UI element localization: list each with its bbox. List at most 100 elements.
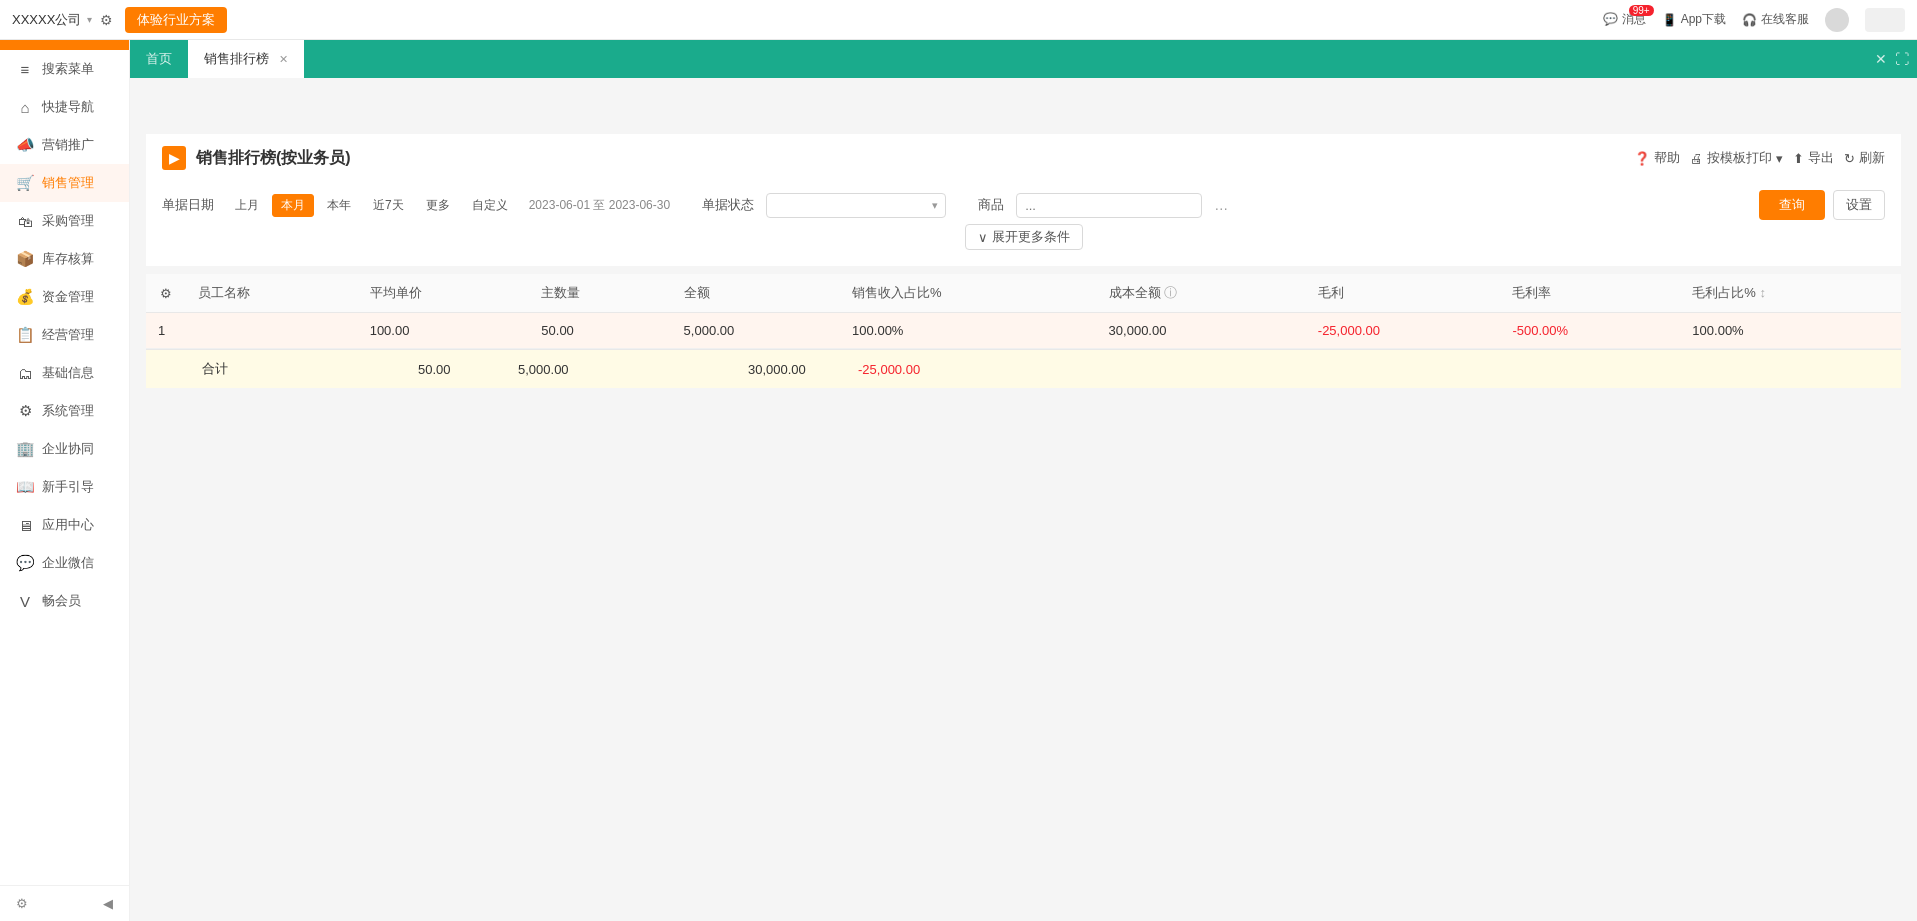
sidebar-label-app-center: 应用中心: [42, 516, 94, 534]
col-gross: 毛利: [1306, 274, 1501, 313]
sort-icon[interactable]: ↕: [1760, 285, 1767, 300]
user-avatar[interactable]: [1825, 8, 1849, 32]
sidebar-label-inventory: 库存核算: [42, 250, 94, 268]
cell-sales-pct: 100.00%: [840, 313, 1097, 349]
sidebar-bottom: ⚙ ◀: [0, 885, 129, 921]
sidebar-item-member[interactable]: V 畅会员: [0, 582, 129, 620]
wechat-icon: 💬: [16, 554, 34, 572]
back-arrow-icon[interactable]: ▶: [162, 146, 186, 170]
sidebar: 畅康通好生意 标准版 ≡ 搜索菜单 ⌂ 快捷导航 📣 营销推广 🛒 销售管理 🛍…: [0, 0, 130, 921]
status-select[interactable]: [766, 193, 946, 218]
export-icon: ⬆: [1793, 151, 1804, 166]
help-btn[interactable]: ❓ 帮助: [1634, 149, 1680, 167]
tab-sales-rank[interactable]: 销售排行榜 ✕: [188, 40, 304, 78]
export-btn[interactable]: ⬆ 导出: [1793, 149, 1834, 167]
sidebar-item-enterprise[interactable]: 🏢 企业协同: [0, 430, 129, 468]
refresh-btn[interactable]: ↻ 刷新: [1844, 149, 1885, 167]
date-filter-label: 单据日期: [162, 196, 214, 214]
tab-sales-rank-label: 销售排行榜: [204, 50, 269, 68]
sidebar-label-quick-nav: 快捷导航: [42, 98, 94, 116]
sidebar-item-quick-nav[interactable]: ⌂ 快捷导航: [0, 88, 129, 126]
sidebar-item-search-order[interactable]: ≡ 搜索菜单: [0, 50, 129, 88]
template-print-btn[interactable]: 🖨 按模板打印 ▾: [1690, 149, 1783, 167]
operation-icon: 📋: [16, 326, 34, 344]
sidebar-label-guide: 新手引导: [42, 478, 94, 496]
page-actions: ❓ 帮助 🖨 按模板打印 ▾ ⬆ 导出 ↻ 刷新: [1634, 149, 1885, 167]
setting-btn[interactable]: 设置: [1833, 190, 1885, 220]
goods-input[interactable]: [1016, 193, 1202, 218]
sidebar-item-sales[interactable]: 🛒 销售管理: [0, 164, 129, 202]
sidebar-item-operation[interactable]: 📋 经营管理: [0, 316, 129, 354]
help-icon: ❓: [1634, 151, 1650, 166]
table-footer: 合计 50.00 5,000.00 30,000.00 -25,000.00: [146, 349, 1901, 388]
app-label: App下载: [1681, 11, 1726, 28]
date-tab-this-month[interactable]: 本月: [272, 194, 314, 217]
trial-btn[interactable]: 体验行业方案: [125, 7, 227, 33]
tab-close-all-icon[interactable]: ✕: [1875, 51, 1887, 67]
date-tab-more[interactable]: 更多: [417, 194, 459, 217]
date-tabs: 上月 本月 本年 近7天 更多 自定义: [226, 194, 517, 217]
cell-name: [186, 313, 358, 349]
goods-filter-label: 商品: [978, 196, 1004, 214]
col-sales-pct: 销售收入占比%: [840, 274, 1097, 313]
top-header: XXXXX公司 ▾ ⚙ 体验行业方案 💬 消息 99+ 📱 App下载 🎧 在线…: [0, 0, 1917, 40]
sidebar-item-finance[interactable]: 💰 资金管理: [0, 278, 129, 316]
sidebar-item-purchase[interactable]: 🛍 采购管理: [0, 202, 129, 240]
col-main-qty: 主数量: [529, 274, 671, 313]
expand-label: 展开更多条件: [992, 228, 1070, 246]
header-settings-icon[interactable]: ⚙: [100, 12, 113, 28]
main-content: ▶ 销售排行榜(按业务员) ❓ 帮助 🖨 按模板打印 ▾ ⬆ 导出: [130, 0, 1917, 921]
expand-btn[interactable]: ∨ 展开更多条件: [965, 224, 1083, 250]
user-name[interactable]: [1865, 8, 1905, 32]
sidebar-item-marketing[interactable]: 📣 营销推广: [0, 126, 129, 164]
footer-gross: -25,000.00: [858, 362, 958, 377]
app-download-btn[interactable]: 📱 App下载: [1662, 11, 1726, 28]
message-btn[interactable]: 💬 消息 99+: [1603, 11, 1645, 28]
company-selector[interactable]: XXXXX公司 ▾: [12, 11, 92, 29]
date-tab-this-year[interactable]: 本年: [318, 194, 360, 217]
cell-amount: 5,000.00: [672, 313, 841, 349]
filter-row-1: 单据日期 上月 本月 本年 近7天 更多 自定义 2023-06-01 至 20…: [162, 190, 1885, 220]
sidebar-label-operation: 经营管理: [42, 326, 94, 344]
sidebar-item-basic[interactable]: 🗂 基础信息: [0, 354, 129, 392]
guide-icon: 📖: [16, 478, 34, 496]
cell-gross-rate: -500.00%: [1500, 313, 1680, 349]
sidebar-item-system[interactable]: ⚙ 系统管理: [0, 392, 129, 430]
tab-close-icon[interactable]: ✕: [279, 53, 288, 66]
tab-fullscreen-icon[interactable]: ⛶: [1895, 51, 1909, 67]
col-gross-pct: 毛利占比% ↕: [1680, 274, 1901, 313]
date-tab-7days[interactable]: 近7天: [364, 194, 413, 217]
purchase-icon: 🛍: [16, 213, 34, 230]
sidebar-settings-icon[interactable]: ⚙: [16, 896, 28, 911]
online-service-btn[interactable]: 🎧 在线客服: [1742, 11, 1809, 28]
goods-more-icon[interactable]: …: [1214, 197, 1228, 213]
sidebar-label-purchase: 采购管理: [42, 212, 94, 230]
sidebar-item-wechat[interactable]: 💬 企业微信: [0, 544, 129, 582]
sidebar-item-guide[interactable]: 📖 新手引导: [0, 468, 129, 506]
sidebar-label-enterprise: 企业协同: [42, 440, 94, 458]
sidebar-item-inventory[interactable]: 📦 库存核算: [0, 240, 129, 278]
marketing-icon: 📣: [16, 136, 34, 154]
date-range-display: 2023-06-01 至 2023-06-30: [529, 197, 670, 214]
app-icon: 📱: [1662, 13, 1677, 27]
sidebar-item-app-center[interactable]: 🖥 应用中心: [0, 506, 129, 544]
expand-arrow-icon: ∨: [978, 230, 988, 245]
cost-info-icon[interactable]: ⓘ: [1164, 285, 1177, 300]
sales-icon: 🛒: [16, 174, 34, 192]
sidebar-collapse-icon[interactable]: ◀: [103, 896, 113, 911]
inventory-icon: 📦: [16, 250, 34, 268]
service-label: 在线客服: [1761, 11, 1809, 28]
col-settings[interactable]: ⚙: [146, 274, 186, 313]
data-table: ⚙ 员工名称 平均单价 主数量 全额 销售收入占比% 成本全额 ⓘ 毛利 毛利率: [146, 274, 1901, 349]
tab-home[interactable]: 首页: [130, 40, 188, 78]
footer-main-qty: 50.00: [418, 362, 518, 377]
cell-gross: -25,000.00: [1306, 313, 1501, 349]
tab-home-label: 首页: [146, 50, 172, 68]
table-row: 1100.0050.005,000.00100.00%30,000.00-25,…: [146, 313, 1901, 349]
date-tab-last-month[interactable]: 上月: [226, 194, 268, 217]
date-tab-custom[interactable]: 自定义: [463, 194, 517, 217]
system-icon: ⚙: [16, 402, 34, 420]
query-btn[interactable]: 查询: [1759, 190, 1825, 220]
service-icon: 🎧: [1742, 13, 1757, 27]
cell-main-qty: 50.00: [529, 313, 671, 349]
